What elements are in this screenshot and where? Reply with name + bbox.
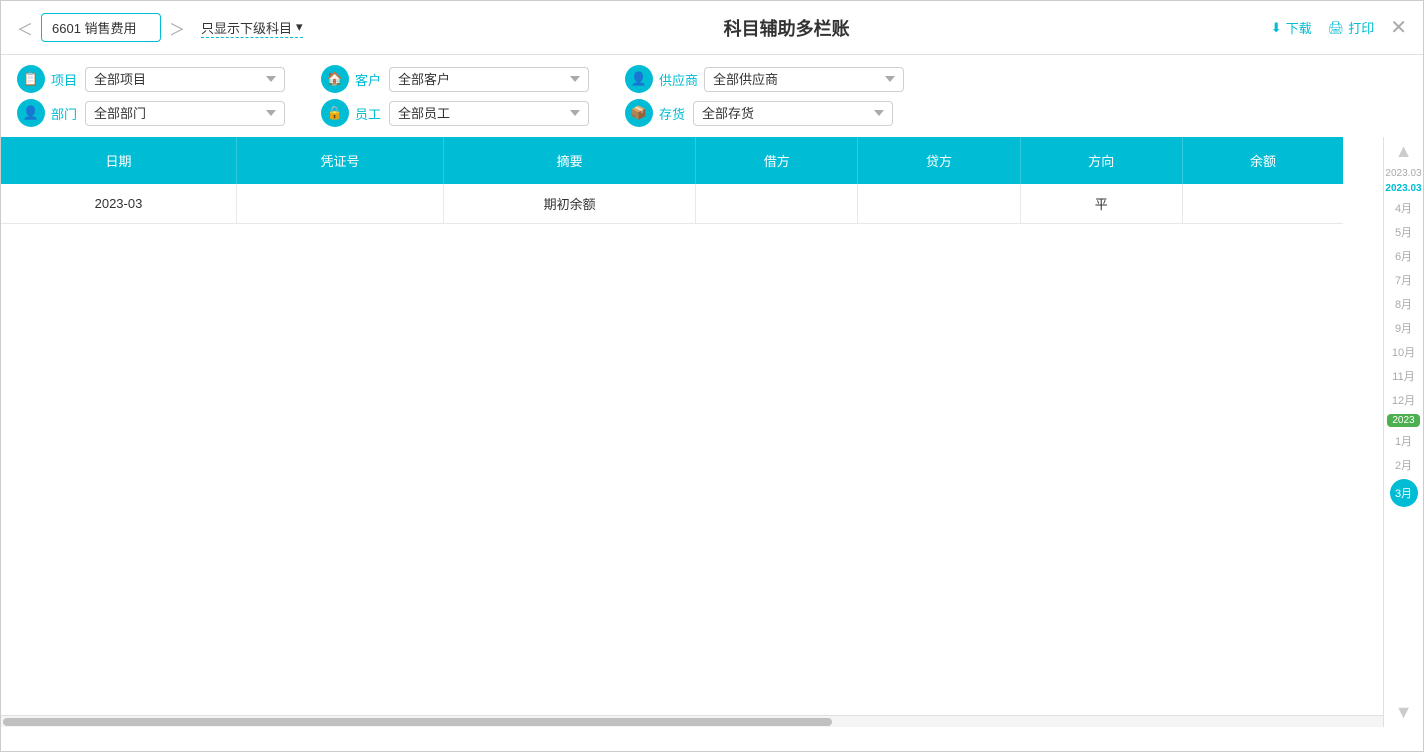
timeline-item-2023-03-header[interactable]: 2023.03 — [1384, 166, 1423, 181]
main-window: ＜ 6601 销售费用 ＞ 只显示下级科目 ▾ 科目辅助多栏账 ⬇ 下载 🖨 打… — [0, 0, 1424, 752]
download-label: 下载 — [1286, 18, 1312, 37]
employee-label: 员工 — [355, 104, 383, 123]
timeline-item-4[interactable]: 4月 — [1384, 196, 1423, 220]
data-table: 日期 凭证号 摘要 借方 贷方 方向 余额 2023-03 期初余额 — [1, 137, 1343, 224]
timeline: ▲ 2023.03 2023.03 4月 5月 6月 7月 8月 9月 10月 … — [1383, 137, 1423, 727]
department-icon: 👤 — [17, 99, 45, 127]
timeline-item-5[interactable]: 5月 — [1384, 220, 1423, 244]
col-date: 日期 — [1, 137, 236, 184]
filter-item-inventory: 📦 存货 全部存货 — [625, 99, 893, 127]
timeline-up-arrow[interactable]: ▲ — [1391, 137, 1417, 166]
customer-icon: 🏠 — [321, 65, 349, 93]
table-header-row: 日期 凭证号 摘要 借方 贷方 方向 余额 — [1, 137, 1343, 184]
scrollbar-thumb — [3, 718, 832, 726]
prev-account-arrow[interactable]: ＜ — [17, 16, 33, 40]
employee-select[interactable]: 全部员工 — [389, 101, 589, 126]
account-code[interactable]: 6601 销售费用 — [41, 13, 161, 42]
col-debit: 借方 — [696, 137, 858, 184]
filter-item-project: 📋 项目 全部项目 — [17, 65, 285, 93]
timeline-year-badge[interactable]: 2023 — [1387, 414, 1419, 427]
supplier-select[interactable]: 全部供应商 — [704, 67, 904, 92]
col-direction: 方向 — [1020, 137, 1182, 184]
cell-voucher — [236, 184, 443, 224]
show-sub-label: 只显示下级科目 — [201, 18, 292, 37]
inventory-label: 存货 — [659, 104, 687, 123]
horizontal-scrollbar[interactable] — [1, 715, 1383, 727]
timeline-item-2[interactable]: 2月 — [1384, 453, 1423, 477]
col-credit: 贷方 — [858, 137, 1020, 184]
timeline-item-1[interactable]: 1月 — [1384, 429, 1423, 453]
timeline-item-11[interactable]: 11月 — [1384, 364, 1423, 388]
customer-select[interactable]: 全部客户 — [389, 67, 589, 92]
timeline-item-8[interactable]: 8月 — [1384, 292, 1423, 316]
timeline-item-12[interactable]: 12月 — [1384, 388, 1423, 412]
cell-balance — [1182, 184, 1343, 224]
top-bar: ＜ 6601 销售费用 ＞ 只显示下级科目 ▾ 科目辅助多栏账 ⬇ 下载 🖨 打… — [1, 1, 1423, 55]
print-icon: 🖨 — [1328, 20, 1345, 36]
download-button[interactable]: ⬇ 下载 — [1271, 18, 1312, 37]
cell-direction: 平 — [1020, 184, 1182, 224]
timeline-down-arrow[interactable]: ▼ — [1391, 698, 1417, 727]
filter-row-1: 📋 项目 全部项目 🏠 客户 全部客户 👤 供应商 全部供应商 — [17, 65, 1407, 93]
download-icon: ⬇ — [1271, 20, 1282, 36]
show-sub-toggle[interactable]: 只显示下级科目 ▾ — [201, 18, 303, 38]
cell-credit — [858, 184, 1020, 224]
inventory-icon: 📦 — [625, 99, 653, 127]
col-balance: 余额 — [1182, 137, 1343, 184]
timeline-item-10[interactable]: 10月 — [1384, 340, 1423, 364]
print-button[interactable]: 🖨 打印 — [1328, 18, 1375, 37]
supplier-label: 供应商 — [659, 70, 698, 89]
col-voucher: 凭证号 — [236, 137, 443, 184]
customer-label: 客户 — [355, 70, 383, 89]
next-account-arrow[interactable]: ＞ — [169, 16, 185, 40]
filter-section: 📋 项目 全部项目 🏠 客户 全部客户 👤 供应商 全部供应商 — [1, 55, 1423, 137]
main-area: 日期 凭证号 摘要 借方 贷方 方向 余额 2023-03 期初余额 — [1, 137, 1423, 727]
print-label: 打印 — [1348, 18, 1374, 37]
show-sub-arrow-icon: ▾ — [296, 19, 303, 35]
department-select[interactable]: 全部部门 — [85, 101, 285, 126]
table-row: 2023-03 期初余额 平 — [1, 184, 1343, 224]
timeline-item-3-active[interactable]: 3月 — [1390, 479, 1418, 507]
filter-item-supplier: 👤 供应商 全部供应商 — [625, 65, 904, 93]
timeline-item-2023-03[interactable]: 2023.03 — [1384, 181, 1423, 196]
close-button[interactable]: ✕ — [1390, 15, 1407, 40]
col-summary: 摘要 — [444, 137, 696, 184]
table-wrapper: 日期 凭证号 摘要 借方 贷方 方向 余额 2023-03 期初余额 — [1, 137, 1383, 224]
filter-row-2: 👤 部门 全部部门 🔒 员工 全部员工 📦 存货 全部存货 — [17, 99, 1407, 127]
project-select[interactable]: 全部项目 — [85, 67, 285, 92]
timeline-item-6[interactable]: 6月 — [1384, 244, 1423, 268]
cell-date: 2023-03 — [1, 184, 236, 224]
inventory-select[interactable]: 全部存货 — [693, 101, 893, 126]
cell-debit — [696, 184, 858, 224]
filter-item-customer: 🏠 客户 全部客户 — [321, 65, 589, 93]
supplier-icon: 👤 — [625, 65, 653, 93]
page-title: 科目辅助多栏账 — [311, 15, 1263, 41]
employee-icon: 🔒 — [321, 99, 349, 127]
project-label: 项目 — [51, 70, 79, 89]
project-icon: 📋 — [17, 65, 45, 93]
timeline-item-9[interactable]: 9月 — [1384, 316, 1423, 340]
filter-item-department: 👤 部门 全部部门 — [17, 99, 285, 127]
timeline-item-7[interactable]: 7月 — [1384, 268, 1423, 292]
cell-summary: 期初余额 — [444, 184, 696, 224]
top-actions: ⬇ 下载 🖨 打印 — [1271, 18, 1374, 37]
filter-item-employee: 🔒 员工 全部员工 — [321, 99, 589, 127]
department-label: 部门 — [51, 104, 79, 123]
